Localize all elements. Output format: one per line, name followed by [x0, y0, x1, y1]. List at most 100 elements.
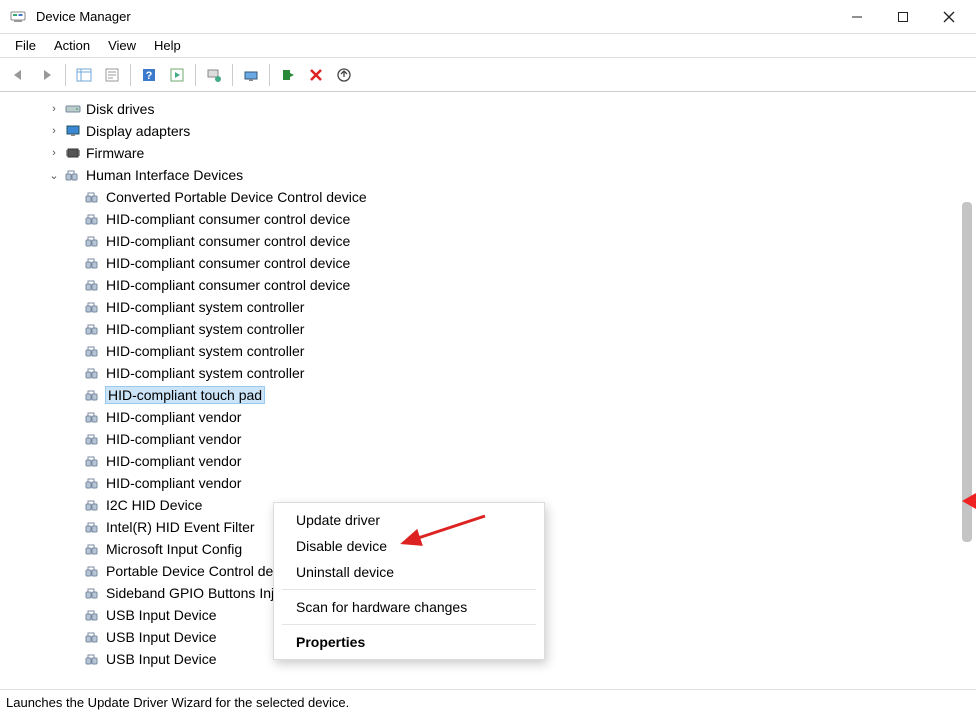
device-icon [84, 300, 102, 314]
show-hide-tree-button[interactable] [71, 62, 97, 88]
node-label: USB Input Device [106, 607, 217, 623]
node-label: HID-compliant vendor [106, 431, 241, 447]
category-icon [64, 124, 82, 138]
device-icon [84, 344, 102, 358]
toolbar-separator [195, 64, 196, 86]
uninstall-button[interactable] [303, 62, 329, 88]
chevron-icon[interactable]: › [46, 147, 62, 159]
tree-node[interactable]: › Firmware [14, 142, 976, 164]
node-label: HID-compliant system controller [106, 343, 304, 359]
back-button[interactable] [6, 62, 32, 88]
tree-node[interactable]: › Disk drives [14, 98, 976, 120]
svg-text:?: ? [146, 70, 153, 82]
ctx-separator [282, 589, 536, 590]
menubar: File Action View Help [0, 34, 976, 58]
update-driver-button[interactable] [201, 62, 227, 88]
device-icon [84, 630, 102, 644]
ctx-properties[interactable]: Properties [274, 629, 544, 655]
node-label: HID-compliant system controller [106, 321, 304, 337]
ctx-disable-device[interactable]: Disable device [274, 533, 544, 559]
device-icon [84, 652, 102, 666]
toolbar-separator [130, 64, 131, 86]
window-controls [834, 0, 972, 33]
tree-leaf[interactable]: HID-compliant consumer control device [14, 274, 976, 296]
node-label: Microsoft Input Config [106, 541, 242, 557]
tree-leaf[interactable]: HID-compliant system controller [14, 296, 976, 318]
device-icon [84, 234, 102, 248]
scan-hardware-button[interactable] [238, 62, 264, 88]
chevron-icon[interactable]: ⌄ [46, 169, 62, 182]
ctx-separator [282, 624, 536, 625]
device-tree-panel: › Disk drives › Display adapters › Firmware ⌄ H… [0, 92, 976, 688]
maximize-button[interactable] [880, 0, 926, 33]
node-label: HID-compliant vendor [106, 475, 241, 491]
ctx-update-driver[interactable]: Update driver [274, 507, 544, 533]
tree-leaf[interactable]: Converted Portable Device Control device [14, 186, 976, 208]
tree-leaf[interactable]: HID-compliant system controller [14, 318, 976, 340]
menu-view[interactable]: View [99, 36, 145, 55]
device-icon [84, 322, 102, 336]
tree-leaf[interactable]: HID-compliant touch pad [14, 384, 976, 406]
window-title: Device Manager [36, 9, 834, 24]
device-icon [84, 410, 102, 424]
tree-leaf[interactable]: HID-compliant system controller [14, 362, 976, 384]
tree-leaf[interactable]: HID-compliant vendor [14, 428, 976, 450]
tree-leaf[interactable]: HID-compliant vendor [14, 472, 976, 494]
node-label: HID-compliant touch pad [106, 387, 264, 403]
tree-leaf[interactable]: HID-compliant consumer control device [14, 208, 976, 230]
device-icon [84, 278, 102, 292]
scrollbar-thumb[interactable] [962, 202, 972, 542]
device-icon [84, 564, 102, 578]
tree-node[interactable]: › Display adapters [14, 120, 976, 142]
node-label: HID-compliant vendor [106, 409, 241, 425]
device-icon [84, 190, 102, 204]
node-label: HID-compliant consumer control device [106, 277, 350, 293]
properties-button[interactable] [99, 62, 125, 88]
menu-action[interactable]: Action [45, 36, 99, 55]
node-label: Firmware [86, 145, 144, 161]
context-menu: Update driver Disable device Uninstall d… [273, 502, 545, 660]
category-icon [64, 146, 82, 160]
device-icon [84, 608, 102, 622]
tree-leaf[interactable]: HID-compliant vendor [14, 406, 976, 428]
bring-up-button[interactable] [331, 62, 357, 88]
tree-leaf[interactable]: HID-compliant consumer control device [14, 230, 976, 252]
tree-leaf[interactable]: HID-compliant system controller [14, 340, 976, 362]
tree-leaf[interactable]: HID-compliant vendor [14, 450, 976, 472]
help-button[interactable]: ? [136, 62, 162, 88]
node-label: I2C HID Device [106, 497, 202, 513]
device-icon [84, 454, 102, 468]
node-label: Disk drives [86, 101, 154, 117]
chevron-icon[interactable]: › [46, 103, 62, 115]
device-icon [84, 476, 102, 490]
minimize-button[interactable] [834, 0, 880, 33]
tree-node[interactable]: ⌄ Human Interface Devices [14, 164, 976, 186]
forward-button[interactable] [34, 62, 60, 88]
node-label: Intel(R) HID Event Filter [106, 519, 255, 535]
chevron-icon[interactable]: › [46, 125, 62, 137]
node-label: HID-compliant system controller [106, 299, 304, 315]
toolbar-separator [269, 64, 270, 86]
ctx-scan-hardware[interactable]: Scan for hardware changes [274, 594, 544, 620]
ctx-uninstall-device[interactable]: Uninstall device [274, 559, 544, 585]
enable-button[interactable] [275, 62, 301, 88]
device-icon [84, 366, 102, 380]
menu-help[interactable]: Help [145, 36, 190, 55]
close-button[interactable] [926, 0, 972, 33]
menu-file[interactable]: File [6, 36, 45, 55]
node-label: Display adapters [86, 123, 190, 139]
toolbar-separator [232, 64, 233, 86]
device-icon [84, 212, 102, 226]
node-label: HID-compliant consumer control device [106, 255, 350, 271]
node-label: USB Input Device [106, 651, 217, 667]
statusbar: Launches the Update Driver Wizard for th… [0, 689, 976, 715]
tree-leaf[interactable]: HID-compliant consumer control device [14, 252, 976, 274]
category-icon [64, 102, 82, 116]
device-icon [84, 586, 102, 600]
app-icon [10, 9, 26, 25]
device-icon [84, 432, 102, 446]
node-label: Human Interface Devices [86, 167, 243, 183]
device-icon [84, 256, 102, 270]
device-icon [84, 388, 102, 402]
action-button[interactable] [164, 62, 190, 88]
